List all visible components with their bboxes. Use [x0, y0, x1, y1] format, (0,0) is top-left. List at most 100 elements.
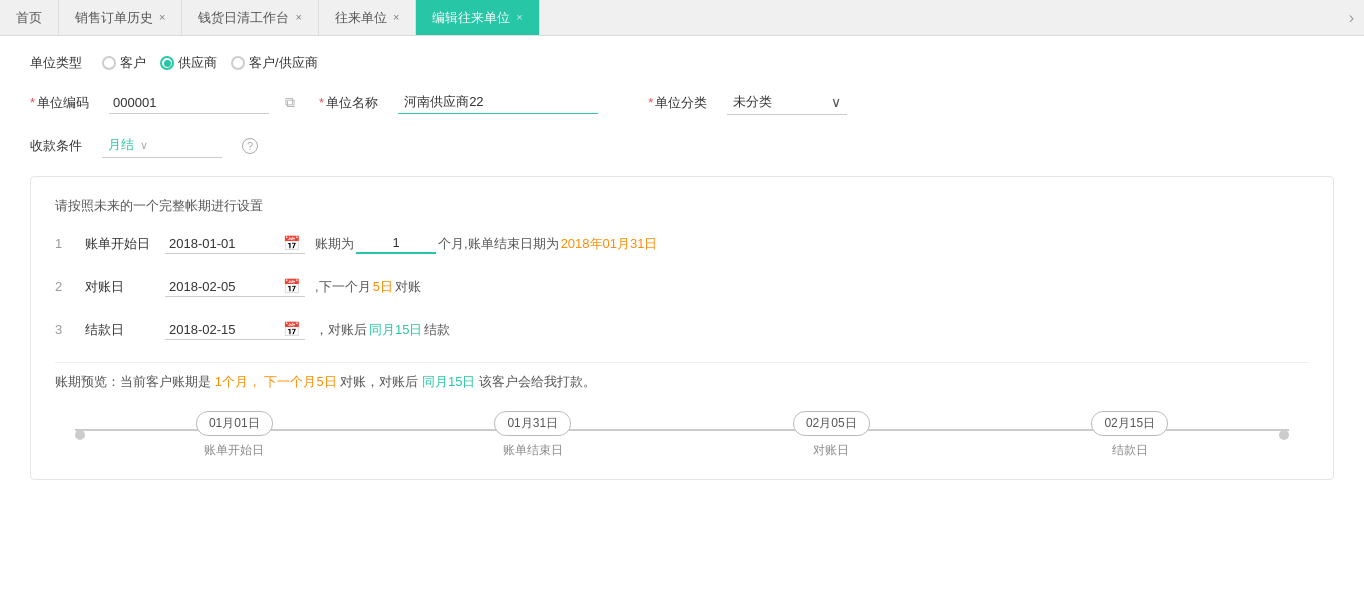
timeline-label-2: 账单结束日: [503, 442, 563, 459]
radio-supplier-label: 供应商: [178, 54, 217, 72]
step-3-cal-icon[interactable]: 📅: [283, 321, 300, 337]
step-2-row: 2 对账日 📅 ,下一个月 5日 对账: [55, 276, 1309, 297]
timeline-label-4: 结款日: [1112, 442, 1148, 459]
step-1-desc-suffix: 个月,账单结束日期为: [438, 235, 559, 253]
step-3-date-input[interactable]: [169, 322, 279, 337]
step-3-num: 3: [55, 322, 75, 337]
step-2-desc-suffix: 对账: [395, 278, 421, 296]
step-3-desc-prefix: ，对账后: [315, 321, 367, 339]
step-1-cal-icon[interactable]: 📅: [283, 235, 300, 251]
unit-category-wrap[interactable]: 未分类 ∨: [727, 90, 847, 115]
payment-terms-row: 收款条件 月结 ∨ ?: [30, 133, 1334, 158]
tabs-bar: 首页 销售订单历史 × 钱货日清工作台 × 往来单位 × 编辑往来单位 × ›: [0, 0, 1364, 36]
timeline-container: 01月01日 账单开始日 01月31日 账单结束日 02月05日 对账日 02月…: [55, 411, 1309, 459]
tab-partner[interactable]: 往来单位 ×: [319, 0, 416, 35]
timeline-items: 01月01日 账单开始日 01月31日 账单结束日 02月05日 对账日 02月…: [85, 411, 1279, 459]
timeline-badge-4: 02月15日: [1091, 411, 1168, 436]
timeline-badge-2: 01月31日: [494, 411, 571, 436]
tab-cashflow-label: 钱货日清工作台: [198, 9, 289, 27]
category-dropdown-icon: ∨: [831, 94, 841, 110]
tabs-more-arrow[interactable]: ›: [1339, 0, 1364, 35]
page-content: 单位类型 客户 供应商 客户/供应商 *单位编码 ⧉ *单位名称: [0, 36, 1364, 608]
radio-customer-circle: [102, 56, 116, 70]
unit-type-label: 单位类型: [30, 54, 82, 72]
step-3-row: 3 结款日 📅 ，对账后 同月15日 结款: [55, 319, 1309, 340]
timeline-item-3: 02月05日 对账日: [793, 411, 870, 459]
unit-code-input[interactable]: [109, 92, 285, 113]
step-1-name: 账单开始日: [85, 235, 155, 253]
preview-p4: 同月15日: [422, 374, 475, 389]
unit-name-star: *: [319, 95, 324, 110]
step-1-num: 1: [55, 236, 75, 251]
radio-both-label: 客户/供应商: [249, 54, 318, 72]
step-1-date-wrap: 📅: [165, 233, 305, 254]
preview-p5: 该客户会给我打款。: [479, 374, 596, 389]
payment-terms-help-icon[interactable]: ?: [242, 138, 258, 154]
preview-p1: 1个月，: [215, 374, 261, 389]
unit-type-radio-group: 客户 供应商 客户/供应商: [102, 54, 318, 72]
step-3-desc-suffix: 结款: [424, 321, 450, 339]
tab-partner-close[interactable]: ×: [393, 12, 399, 23]
step-2-date-wrap: 📅: [165, 276, 305, 297]
preview-text: 账期预览：当前客户账期是 1个月， 下一个月5日 对账，对账后 同月15日 该客…: [55, 373, 1309, 391]
tab-sales-history[interactable]: 销售订单历史 ×: [59, 0, 182, 35]
tab-home[interactable]: 首页: [0, 0, 59, 35]
unit-category-label: *单位分类: [648, 94, 707, 112]
timeline-label-3: 对账日: [813, 442, 849, 459]
step-1-desc: 账期为 个月,账单结束日期为 2018年01月31日: [315, 233, 657, 254]
unit-name-input[interactable]: [398, 92, 598, 114]
unit-name-label: *单位名称: [319, 94, 378, 112]
timeline-badge-1: 01月01日: [196, 411, 273, 436]
step-3-desc: ，对账后 同月15日 结款: [315, 321, 450, 339]
timeline-item-2: 01月31日 账单结束日: [494, 411, 571, 459]
tab-sales-history-label: 销售订单历史: [75, 9, 153, 27]
tab-edit-partner[interactable]: 编辑往来单位 ×: [416, 0, 539, 35]
preview-p3: 对账，对账后: [340, 374, 422, 389]
radio-customer-label: 客户: [120, 54, 146, 72]
step-2-desc-prefix: ,下一个月: [315, 278, 371, 296]
payment-terms-label: 收款条件: [30, 137, 82, 155]
step-2-name: 对账日: [85, 278, 155, 296]
step-3-name: 结款日: [85, 321, 155, 339]
tab-edit-partner-label: 编辑往来单位: [432, 9, 510, 27]
preview-label: 账期预览：当前客户账期是: [55, 374, 211, 389]
unit-code-copy-icon[interactable]: ⧉: [285, 94, 295, 111]
step-1-end-date: 2018年01月31日: [561, 235, 658, 253]
payment-terms-select[interactable]: 月结 ∨: [102, 133, 222, 158]
section-tip: 请按照未来的一个完整帐期进行设置: [55, 197, 1309, 215]
unit-details-row: *单位编码 ⧉ *单位名称 *单位分类 未分类 ∨: [30, 90, 1334, 115]
step-3-highlight: 同月15日: [369, 321, 422, 339]
unit-category-val: 未分类: [733, 93, 772, 111]
step-2-date-input[interactable]: [169, 279, 279, 294]
unit-code-label: *单位编码: [30, 94, 89, 112]
period-input[interactable]: [356, 233, 436, 254]
step-3-date-wrap: 📅: [165, 319, 305, 340]
tab-home-label: 首页: [16, 9, 42, 27]
timeline-label-1: 账单开始日: [204, 442, 264, 459]
tab-edit-partner-close[interactable]: ×: [516, 12, 522, 23]
tab-partner-label: 往来单位: [335, 9, 387, 27]
tab-cashflow-close[interactable]: ×: [295, 12, 301, 23]
timeline-badge-3: 02月05日: [793, 411, 870, 436]
step-2-desc: ,下一个月 5日 对账: [315, 278, 421, 296]
step-2-cal-icon[interactable]: 📅: [283, 278, 300, 294]
step-2-highlight: 5日: [373, 278, 393, 296]
period-section: 请按照未来的一个完整帐期进行设置 1 账单开始日 📅 账期为 个月,账单结束日期…: [30, 176, 1334, 480]
step-1-row: 1 账单开始日 📅 账期为 个月,账单结束日期为 2018年01月31日: [55, 233, 1309, 254]
tab-sales-history-close[interactable]: ×: [159, 12, 165, 23]
tab-cashflow[interactable]: 钱货日清工作台 ×: [182, 0, 318, 35]
radio-both[interactable]: 客户/供应商: [231, 54, 318, 72]
timeline-start-dot: [75, 430, 85, 440]
radio-customer[interactable]: 客户: [102, 54, 146, 72]
payment-terms-value: 月结: [108, 136, 134, 154]
timeline-item-1: 01月01日 账单开始日: [196, 411, 273, 459]
radio-supplier[interactable]: 供应商: [160, 54, 217, 72]
timeline-end-dot: [1279, 430, 1289, 440]
step-1-desc-prefix: 账期为: [315, 235, 354, 253]
radio-both-circle: [231, 56, 245, 70]
unit-category-star: *: [648, 95, 653, 110]
payment-terms-dropdown-icon: ∨: [140, 139, 148, 152]
radio-supplier-circle: [160, 56, 174, 70]
step-1-date-input[interactable]: [169, 236, 279, 251]
unit-type-row: 单位类型 客户 供应商 客户/供应商: [30, 54, 1334, 72]
